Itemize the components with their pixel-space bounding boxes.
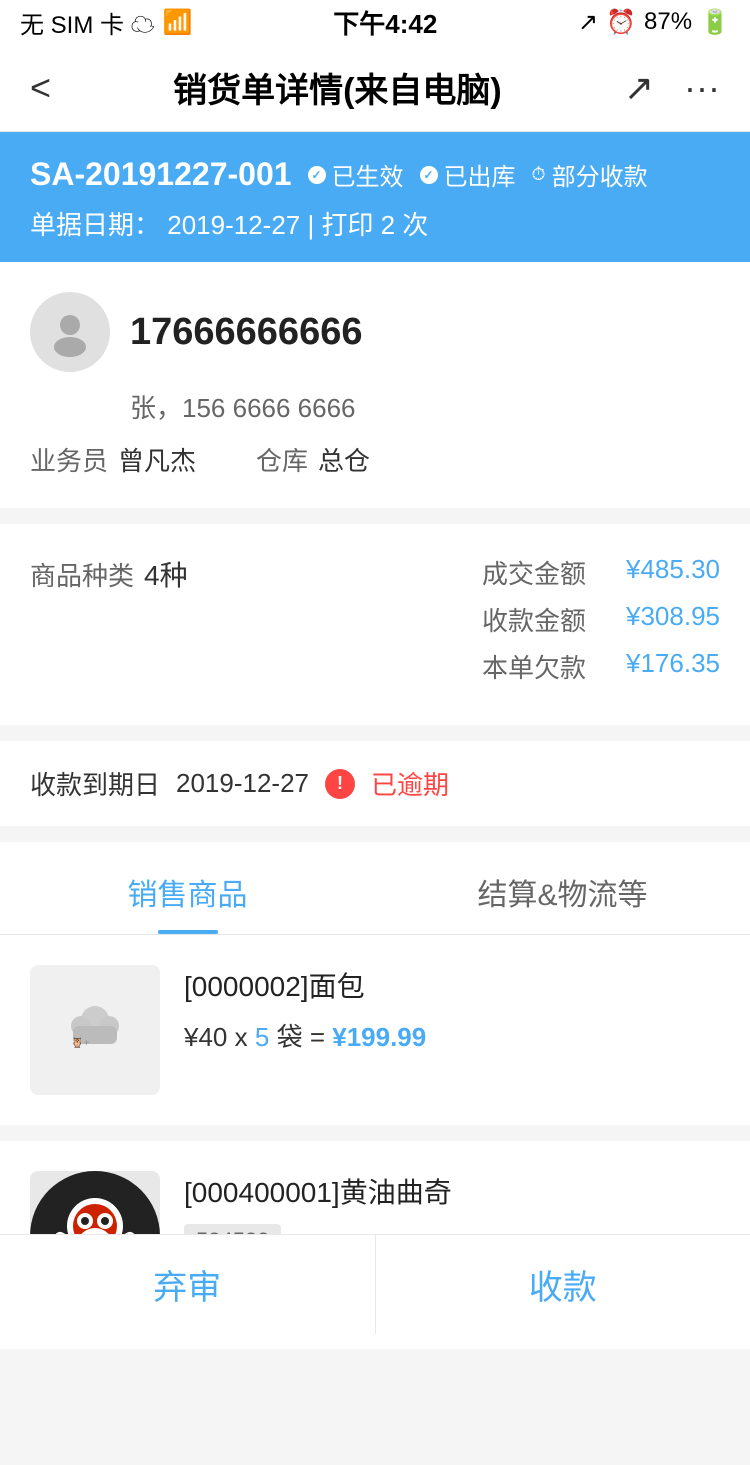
customer-meta: 业务员 曾凡杰 仓库 总仓 (30, 441, 720, 478)
status-shipped: 已出库 (420, 157, 516, 192)
order-id-row: SA-20191227-001 已生效 已出库 ⏱ 部分收款 (30, 156, 720, 193)
bottom-bar: 弃审 收款 (0, 1234, 750, 1334)
receipt-amount-row: 收款金额 ¥308.95 (482, 601, 720, 638)
sim-label: 无 SIM 卡 ☁ (20, 5, 155, 40)
due-section: 收款到期日 2019-12-27 ! 已逾期 (0, 741, 750, 826)
check-icon-2 (420, 166, 438, 184)
customer-contact: 张，156 6666 6666 (30, 388, 720, 425)
share-button[interactable]: ↗ (624, 67, 654, 109)
debt-label: 本单欠款 (482, 648, 586, 685)
sales-label: 业务员 (30, 441, 108, 478)
avatar-icon (45, 307, 95, 357)
reject-button[interactable]: 弃审 (0, 1235, 376, 1334)
more-button[interactable]: ··· (684, 67, 720, 109)
debt-amount-row: 本单欠款 ¥176.35 (482, 648, 720, 685)
page-title: 销货单详情(来自电脑) (173, 63, 502, 112)
wifi-icon: 📶 (163, 8, 193, 37)
collect-button[interactable]: 收款 (376, 1235, 750, 1334)
tabs-row: 销售商品 结算&物流等 (0, 842, 750, 934)
stats-left: 商品种类 4种 (30, 554, 188, 594)
status-bar: 无 SIM 卡 ☁ 📶 下午4:42 ↗ ⏰ 87% 🔋 (0, 0, 750, 44)
customer-section: 17666666666 张，156 6666 6666 业务员 曾凡杰 仓库 总… (0, 262, 750, 508)
customer-row: 17666666666 (30, 292, 720, 372)
product-info-1: [0000002]面包 ¥40 x 5 袋 = ¥199.99 (184, 965, 720, 1054)
avatar (30, 292, 110, 372)
clock-icon: ⏱ (532, 164, 546, 185)
product-name-2: [000400001]黄油曲奇 (184, 1171, 720, 1211)
price-eq-1: = (310, 1022, 332, 1052)
nav-right-actions: ↗ ··· (624, 67, 720, 109)
order-date-row: 单据日期： 2019-12-27 | 打印 2 次 (30, 205, 720, 242)
receipt-value: ¥308.95 (626, 601, 720, 638)
receipt-label: 收款金额 (482, 601, 586, 638)
price-qty-1: 5 (255, 1022, 269, 1052)
order-id: SA-20191227-001 (30, 156, 292, 193)
status-right: ↗ ⏰ 87% 🔋 (578, 8, 730, 37)
battery-level: 87% (644, 8, 692, 36)
deal-amount-row: 成交金额 ¥485.30 (482, 554, 720, 591)
status-effected: 已生效 (308, 157, 404, 192)
due-label: 收款到期日 (30, 765, 160, 802)
price-unit-1: 袋 (277, 1022, 303, 1052)
product-thumb-1: 🦉+ (30, 965, 160, 1095)
stats-section: 商品种类 4种 成交金额 ¥485.30 收款金额 ¥308.95 本单欠款 ¥… (0, 524, 750, 725)
sales-meta: 业务员 曾凡杰 (30, 441, 196, 478)
order-header: SA-20191227-001 已生效 已出库 ⏱ 部分收款 单据日期： 201… (0, 132, 750, 262)
status-partial-label: 部分收款 (552, 157, 648, 192)
price-x-1: x (235, 1022, 255, 1052)
battery-icon: 🔋 (700, 8, 730, 37)
stats-row: 商品种类 4种 成交金额 ¥485.30 收款金额 ¥308.95 本单欠款 ¥… (30, 554, 720, 695)
alarm-icon: ⏰ (606, 8, 636, 37)
due-date-value: 2019-12-27 (176, 768, 309, 799)
overdue-icon: ! (325, 769, 355, 799)
kind-value: 4种 (144, 554, 188, 594)
tab-settlement-label: 结算&物流等 (477, 879, 647, 912)
price-base-1: ¥40 (184, 1022, 227, 1052)
status-effected-label: 已生效 (332, 157, 404, 192)
list-item: 🦉+ [0000002]面包 ¥40 x 5 袋 = ¥199.99 (0, 935, 750, 1125)
svg-text:🦉+: 🦉+ (71, 1037, 89, 1049)
tab-settlement[interactable]: 结算&物流等 (375, 842, 750, 934)
debt-value: ¥176.35 (626, 648, 720, 685)
warehouse-meta: 仓库 总仓 (256, 441, 370, 478)
status-partial: ⏱ 部分收款 (532, 157, 648, 192)
product-name-1: [0000002]面包 (184, 965, 720, 1005)
customer-id: 17666666666 (130, 311, 362, 354)
bread-placeholder-icon: 🦉+ (55, 990, 135, 1070)
tabs-section: 销售商品 结算&物流等 (0, 842, 750, 935)
stats-right: 成交金额 ¥485.30 收款金额 ¥308.95 本单欠款 ¥176.35 (482, 554, 720, 695)
kind-label: 商品种类 (30, 556, 134, 593)
product-kinds: 商品种类 4种 (30, 554, 188, 594)
tab-products-label: 销售商品 (128, 879, 248, 912)
back-button[interactable]: < (30, 67, 51, 109)
warehouse-label: 仓库 (256, 441, 308, 478)
deal-label: 成交金额 (482, 554, 586, 591)
order-date-value: 2019-12-27 (167, 210, 300, 240)
deal-value: ¥485.30 (626, 554, 720, 591)
nav-bar: < 销货单详情(来自电脑) ↗ ··· (0, 44, 750, 132)
price-total-1: ¥199.99 (332, 1022, 426, 1052)
print-info: | 打印 2 次 (307, 210, 428, 240)
location-icon: ↗ (578, 8, 598, 37)
date-label: 单据日期： (30, 210, 160, 240)
status-time: 下午4:42 (333, 4, 437, 41)
tab-products[interactable]: 销售商品 (0, 842, 375, 934)
status-left: 无 SIM 卡 ☁ 📶 (20, 5, 193, 40)
overdue-text: 已逾期 (371, 765, 449, 802)
check-icon-1 (308, 166, 326, 184)
status-shipped-label: 已出库 (444, 157, 516, 192)
sales-name: 曾凡杰 (118, 441, 196, 478)
warehouse-name: 总仓 (318, 441, 370, 478)
product-price-1: ¥40 x 5 袋 = ¥199.99 (184, 1017, 720, 1054)
